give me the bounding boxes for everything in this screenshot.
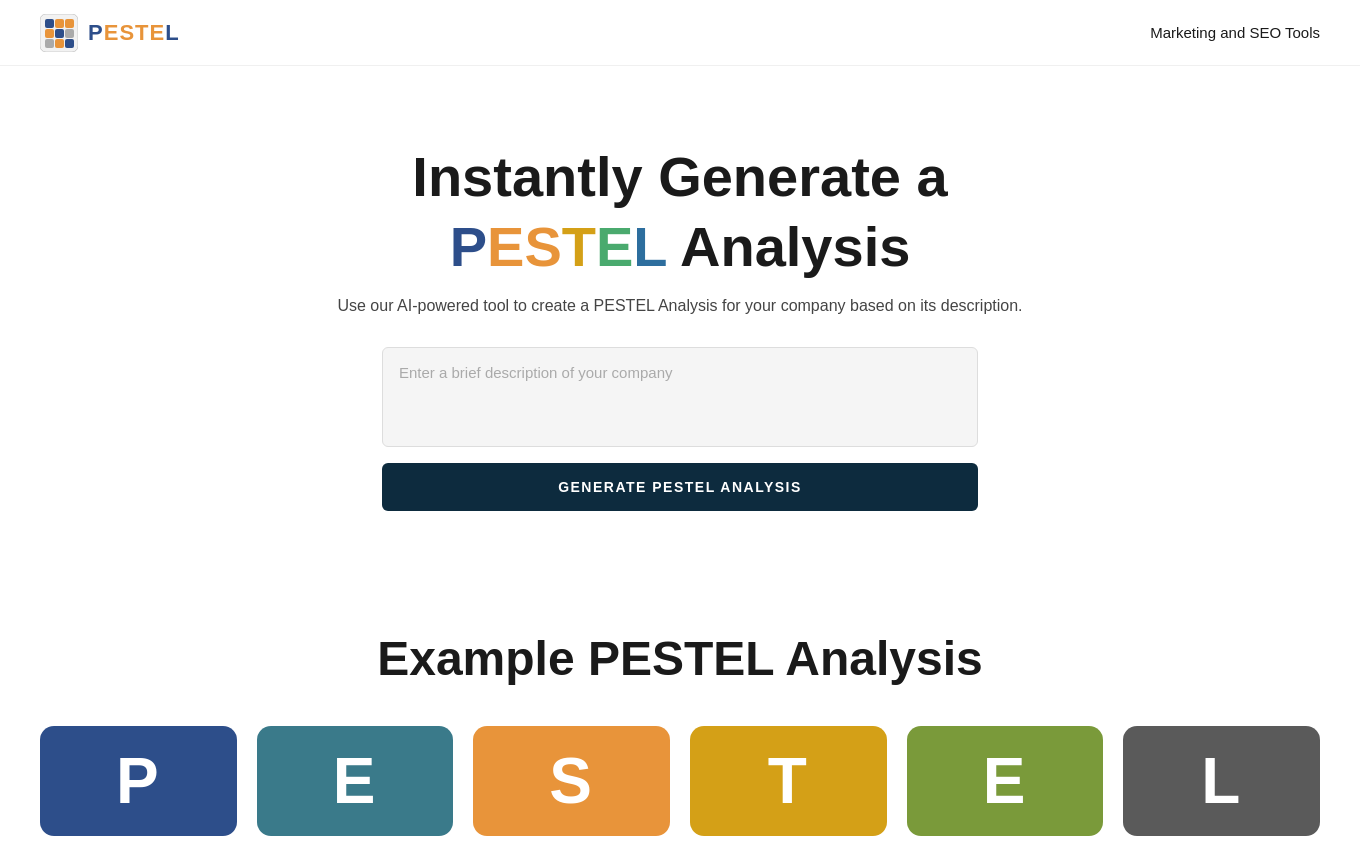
hero-title-line1: Instantly Generate a xyxy=(412,146,947,208)
company-description-input[interactable] xyxy=(382,347,978,447)
nav-marketing-seo-link[interactable]: Marketing and SEO Tools xyxy=(1150,24,1320,41)
svg-rect-3 xyxy=(65,19,74,28)
pestel-card-s: S xyxy=(473,726,670,836)
logo-text: PESTEL xyxy=(88,20,180,46)
pestel-card-p: P xyxy=(40,726,237,836)
pestel-card-e2: E xyxy=(907,726,1104,836)
svg-rect-8 xyxy=(55,39,64,48)
pestel-letter-t: T xyxy=(562,215,596,278)
pestel-letter-e: E xyxy=(487,215,524,278)
svg-rect-9 xyxy=(65,39,74,48)
pestel-card-l: L xyxy=(1123,726,1320,836)
hero-analysis-text: Analysis xyxy=(667,215,911,278)
logo[interactable]: PESTEL xyxy=(40,14,180,52)
svg-rect-1 xyxy=(45,19,54,28)
svg-rect-2 xyxy=(55,19,64,28)
svg-rect-7 xyxy=(45,39,54,48)
pestel-card-t: T xyxy=(690,726,887,836)
hero-section: Instantly Generate a PESTEL Analysis Use… xyxy=(0,66,1360,571)
hero-subtitle: Use our AI-powered tool to create a PEST… xyxy=(337,297,1022,315)
pestel-card-e: E xyxy=(257,726,454,836)
hero-title-line2: PESTEL Analysis xyxy=(450,216,911,278)
pestel-letter-l: L xyxy=(633,215,666,278)
svg-rect-6 xyxy=(65,29,74,38)
pestel-letter-p: P xyxy=(450,215,487,278)
logo-icon xyxy=(40,14,78,52)
svg-rect-5 xyxy=(55,29,64,38)
example-section-title: Example PESTEL Analysis xyxy=(377,631,983,686)
generate-pestel-button[interactable]: GENERATE PESTEL ANALYSIS xyxy=(382,463,978,511)
example-section: Example PESTEL Analysis P E S T E L xyxy=(0,571,1360,836)
header: PESTEL Marketing and SEO Tools xyxy=(0,0,1360,66)
svg-rect-4 xyxy=(45,29,54,38)
pestel-cards-row: P E S T E L xyxy=(40,726,1320,836)
pestel-letter-e2: E xyxy=(596,215,633,278)
pestel-letter-s: S xyxy=(524,215,561,278)
